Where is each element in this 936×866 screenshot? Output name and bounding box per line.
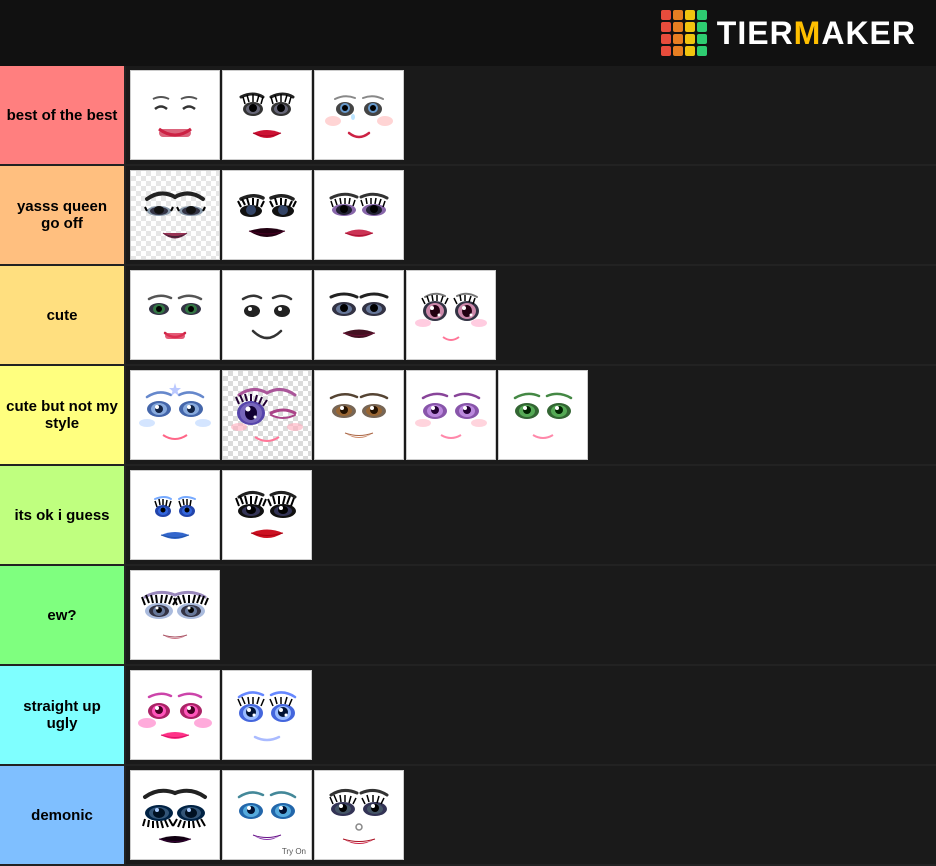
tier-label-e: ew? <box>0 566 126 664</box>
tier-item[interactable] <box>222 670 312 760</box>
tier-items-f <box>126 666 936 764</box>
tier-item[interactable] <box>314 770 404 860</box>
tier-row-e: ew? <box>0 566 936 666</box>
tier-item[interactable] <box>130 670 220 760</box>
tier-label-f: straight up ugly <box>0 666 126 764</box>
tier-row-d: its ok i guess <box>0 466 936 566</box>
header: TieRmAKeR <box>0 0 936 66</box>
tier-items-s <box>126 66 936 164</box>
tier-items-g: Try On <box>126 766 936 864</box>
tier-item[interactable] <box>130 370 220 460</box>
tier-item[interactable] <box>498 370 588 460</box>
tier-item[interactable] <box>222 170 312 260</box>
tier-row-c: cute but not my style <box>0 366 936 466</box>
tier-row-f: straight up ugly <box>0 666 936 766</box>
tier-item[interactable]: Try On <box>222 770 312 860</box>
tier-label-s: best of the best <box>0 66 126 164</box>
tier-item[interactable] <box>222 270 312 360</box>
tier-item[interactable] <box>406 270 496 360</box>
tier-row-g: demonic <box>0 766 936 866</box>
tier-label-d: its ok i guess <box>0 466 126 564</box>
tier-item[interactable] <box>222 70 312 160</box>
tier-row-s: best of the best <box>0 66 936 166</box>
tier-items-b <box>126 266 936 364</box>
tier-items-d <box>126 466 936 564</box>
tier-item[interactable] <box>314 170 404 260</box>
tier-items-e <box>126 566 936 664</box>
tier-item[interactable] <box>406 370 496 460</box>
tier-label-c: cute but not my style <box>0 366 126 464</box>
logo-grid-icon <box>661 10 707 56</box>
tier-item[interactable] <box>130 770 220 860</box>
tier-row-a: yasss queen go off <box>0 166 936 266</box>
try-on-badge: Try On <box>279 846 309 857</box>
tier-item[interactable] <box>130 570 220 660</box>
tier-item[interactable] <box>314 70 404 160</box>
tier-item[interactable] <box>130 270 220 360</box>
tier-items-a <box>126 166 936 264</box>
tiermaker-logo: TieRmAKeR <box>661 10 916 56</box>
tier-item[interactable] <box>222 370 312 460</box>
tier-row-b: cute <box>0 266 936 366</box>
tier-label-a: yasss queen go off <box>0 166 126 264</box>
tier-item[interactable] <box>130 470 220 560</box>
logo-text: TieRmAKeR <box>717 15 916 52</box>
tier-label-b: cute <box>0 266 126 364</box>
tier-item[interactable] <box>222 470 312 560</box>
tier-item[interactable] <box>130 170 220 260</box>
tier-item[interactable] <box>314 270 404 360</box>
tier-item[interactable] <box>130 70 220 160</box>
tier-item[interactable] <box>314 370 404 460</box>
tier-items-c <box>126 366 936 464</box>
tier-label-g: demonic <box>0 766 126 864</box>
